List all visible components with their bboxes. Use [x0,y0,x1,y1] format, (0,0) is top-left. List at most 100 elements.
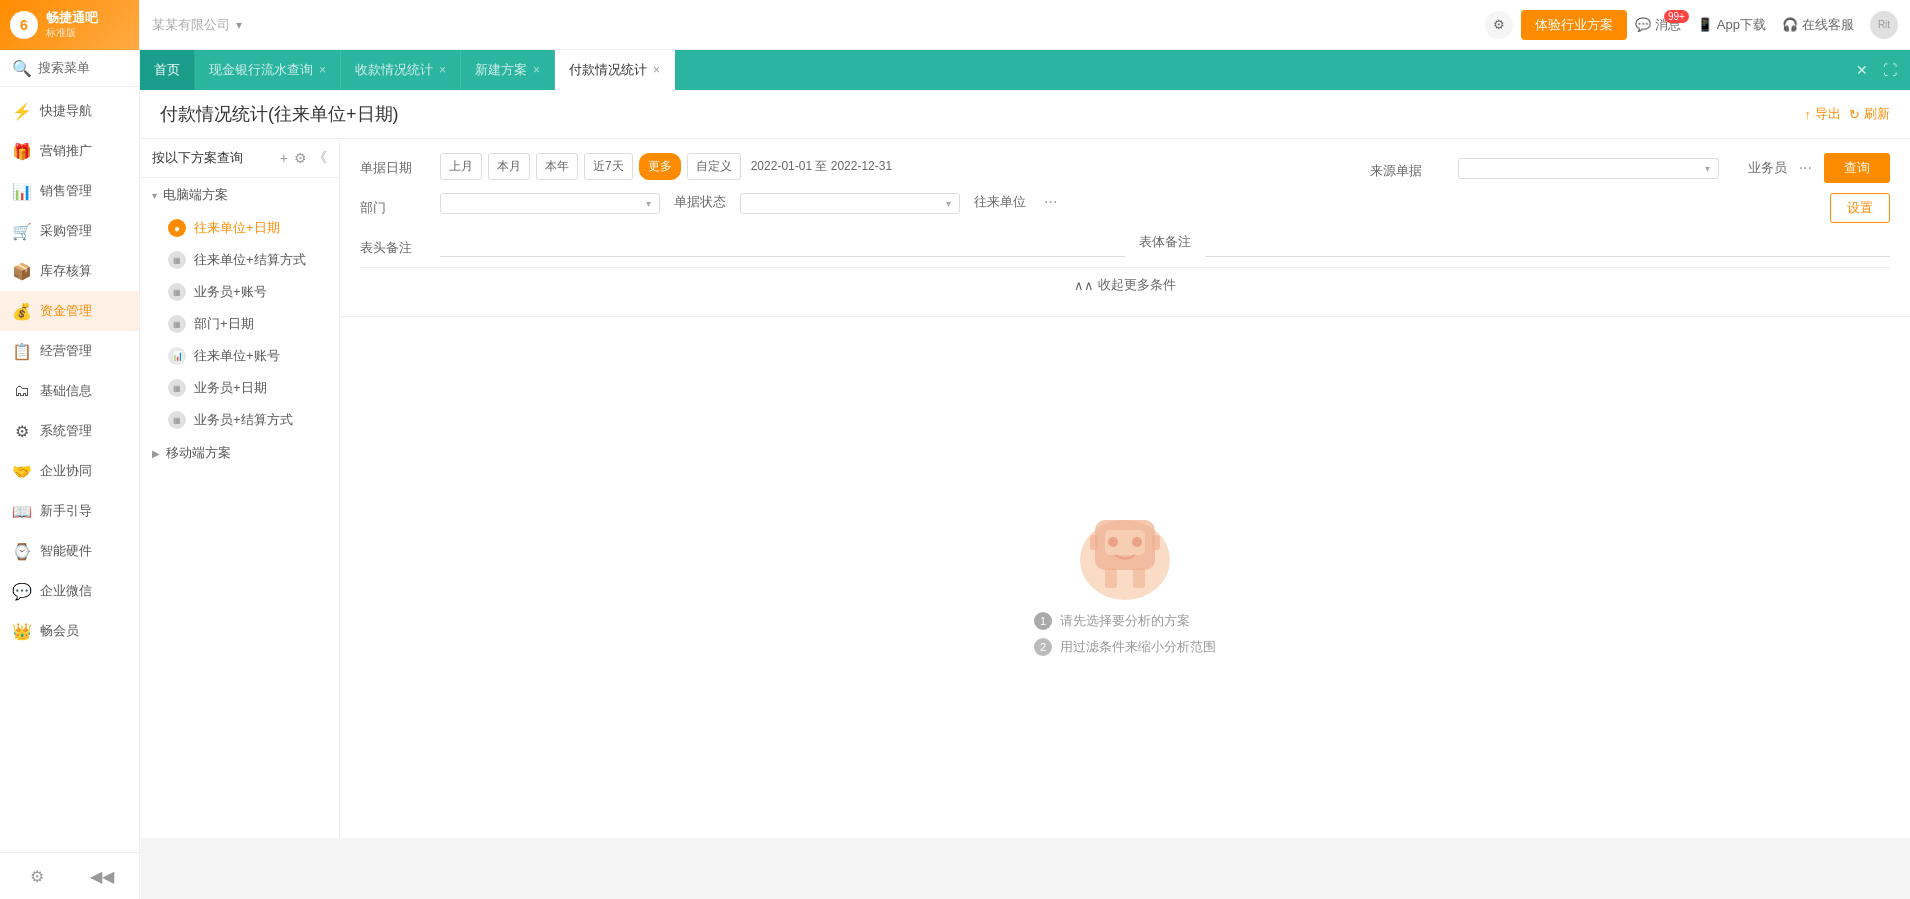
filter-row-1: 单据日期 上月 本月 本年 近7天 更多 自定义 2022-01-01 至 20… [360,153,1890,183]
status-select[interactable]: ▾ [740,193,960,214]
tab-expand-button[interactable]: ⛶ [1878,58,1902,82]
sidebar-item-basic[interactable]: 🗂 基础信息 [0,371,139,411]
service-button[interactable]: 🎧 在线客服 [1782,16,1854,34]
sidebar-item-sales[interactable]: 📊 销售管理 [0,171,139,211]
user-avatar[interactable]: Rit [1870,11,1898,39]
sidebar-item-guide[interactable]: 📖 新手引导 [0,491,139,531]
tab-receipt-close[interactable]: × [439,63,446,77]
scheme-item-dept-date[interactable]: ▦ 部门+日期 [140,308,339,340]
sidebar-item-label: 库存核算 [40,262,92,280]
scheme-icon-partner-date: ● [168,219,186,237]
trial-button[interactable]: 体验行业方案 [1521,10,1627,40]
panel-collapse-button[interactable]: 《 [313,149,327,167]
svg-point-3 [1108,537,1118,547]
scheme-item-salesman-date[interactable]: ▦ 业务员+日期 [140,372,339,404]
tab-bank-close[interactable]: × [319,63,326,77]
svg-rect-8 [1133,568,1145,588]
scheme-item-partner-settle[interactable]: ▦ 往来单位+结算方式 [140,244,339,276]
page-header: 付款情况统计(往来单位+日期) ↑ 导出 ↻ 刷新 [140,90,1910,139]
source-select-arrow: ▾ [1705,163,1710,174]
sidebar-item-label: 基础信息 [40,382,92,400]
tab-new[interactable]: 新建方案 × [461,50,555,90]
partner-filter-label: 往来单位 [960,193,1040,211]
date-btn-this-month[interactable]: 本月 [488,153,530,180]
scheme-item-salesman-account[interactable]: ▦ 业务员+账号 [140,276,339,308]
app-logo: 6 [10,11,38,39]
empty-robot-svg [1065,500,1185,600]
company-dropdown-icon[interactable]: ▾ [236,18,242,32]
sidebar-item-search[interactable]: 🔍 搜索菜单 [0,50,139,87]
sidebar-item-hardware[interactable]: ⌚ 智能硬件 [0,531,139,571]
sidebar-item-member[interactable]: 👑 畅会员 [0,611,139,651]
dept-select-arrow: ▾ [646,198,651,209]
sidebar-item-enterprise[interactable]: 🤝 企业协同 [0,451,139,491]
source-select[interactable]: ▾ [1458,158,1719,179]
tab-new-close[interactable]: × [533,63,540,77]
marketing-icon: 🎁 [12,141,32,161]
date-btn-more[interactable]: 更多 [639,153,681,180]
tab-bank[interactable]: 现金银行流水查询 × [195,50,341,90]
add-scheme-button[interactable]: + [280,150,288,166]
tab-payment-close[interactable]: × [653,63,660,77]
app-download-button[interactable]: 📱 App下载 [1697,16,1766,34]
scheme-item-partner-date[interactable]: ● 往来单位+日期 [140,212,339,244]
quicknav-icon: ⚡ [12,101,32,121]
sidebar-item-wechat[interactable]: 💬 企业微信 [0,571,139,611]
scheme-group-desktop-header[interactable]: ▾ 电脑端方案 [140,178,339,212]
export-button[interactable]: ↑ 导出 [1805,105,1842,123]
date-btn-this-year[interactable]: 本年 [536,153,578,180]
date-btn-custom[interactable]: 自定义 [687,153,741,180]
query-button[interactable]: 查询 [1824,153,1890,183]
collapse-more-button[interactable]: ∧∧ 收起更多条件 [1074,276,1176,294]
dept-select[interactable]: ▾ [440,193,660,214]
empty-tip-2: 2 用过滤条件来缩小分析范围 [1034,638,1216,656]
svg-rect-5 [1090,535,1098,550]
tab-receipt[interactable]: 收款情况统计 × [341,50,461,90]
sidebar-settings-button[interactable]: ⚙ [8,861,66,891]
scheme-group-mobile-header[interactable]: ▶ 移动端方案 [140,436,339,470]
export-label: 导出 [1815,105,1841,123]
note2-input[interactable] [1205,233,1890,257]
tabbar: 首页 现金银行流水查询 × 收款情况统计 × 新建方案 × 付款情况统计 × ✕… [140,50,1910,90]
tab-home[interactable]: 首页 [140,50,195,90]
sidebar-item-inventory[interactable]: 📦 库存核算 [0,251,139,291]
content-area: 按以下方案查询 + ⚙ 《 ▾ 电脑端方案 ● 往来单位+日期 [140,139,1910,838]
scheme-icon-salesman-date: ▦ [168,379,186,397]
sidebar-item-marketing[interactable]: 🎁 营销推广 [0,131,139,171]
search-icon: 🔍 [12,58,32,78]
sidebar-item-capital[interactable]: 💰 资金管理 [0,291,139,331]
left-panel: 按以下方案查询 + ⚙ 《 ▾ 电脑端方案 ● 往来单位+日期 [140,139,340,838]
sidebar-item-system[interactable]: ⚙ 系统管理 [0,411,139,451]
tabbar-actions: ✕ ⛶ [1842,50,1910,90]
empty-tip-1: 1 请先选择要分析的方案 [1034,612,1216,630]
sidebar-collapse-button[interactable]: ◀◀ [74,861,132,891]
scheme-item-partner-account[interactable]: 📊 往来单位+账号 [140,340,339,372]
scheme-icon-partner-settle: ▦ [168,251,186,269]
sidebar-item-quicknav[interactable]: ⚡ 快捷导航 [0,91,139,131]
salesman-filter-label: 业务员 [1727,159,1787,177]
setting-button[interactable]: 设置 [1830,193,1890,223]
page-header-actions: ↑ 导出 ↻ 刷新 [1805,105,1891,123]
topbar-gear-button[interactable]: ⚙ [1485,11,1513,39]
note1-input[interactable] [440,233,1125,257]
scheme-label-salesman-account: 业务员+账号 [194,283,267,301]
empty-state: 1 请先选择要分析的方案 2 用过滤条件来缩小分析范围 [340,317,1910,838]
sidebar-item-purchase[interactable]: 🛒 采购管理 [0,211,139,251]
scheme-setting-button[interactable]: ⚙ [294,150,307,166]
message-button[interactable]: 💬 消息 99+ [1635,16,1681,34]
tab-close-all-button[interactable]: ✕ [1850,58,1874,82]
topbar-brand: 某某有限公司 ▾ [152,16,1477,34]
sidebar-item-operations[interactable]: 📋 经营管理 [0,331,139,371]
sidebar-nav: ⚡ 快捷导航 🎁 营销推广 📊 销售管理 🛒 采购管理 📦 库存核算 💰 资金管… [0,87,139,852]
date-btn-last-month[interactable]: 上月 [440,153,482,180]
partner-filter-dots[interactable]: ··· [1040,193,1061,211]
refresh-button[interactable]: ↻ 刷新 [1849,105,1890,123]
source-salesman-group: 来源单据 ▾ 业务员 ··· 查询 [1370,153,1890,183]
sidebar-item-label: 营销推广 [40,142,92,160]
scheme-item-salesman-settle[interactable]: ▦ 业务员+结算方式 [140,404,339,436]
app-icon: 📱 [1697,17,1713,32]
tip-text-1: 请先选择要分析的方案 [1060,612,1190,630]
date-btn-7days[interactable]: 近7天 [584,153,633,180]
tab-payment[interactable]: 付款情况统计 × [555,50,675,90]
salesman-filter-dots[interactable]: ··· [1795,159,1816,177]
